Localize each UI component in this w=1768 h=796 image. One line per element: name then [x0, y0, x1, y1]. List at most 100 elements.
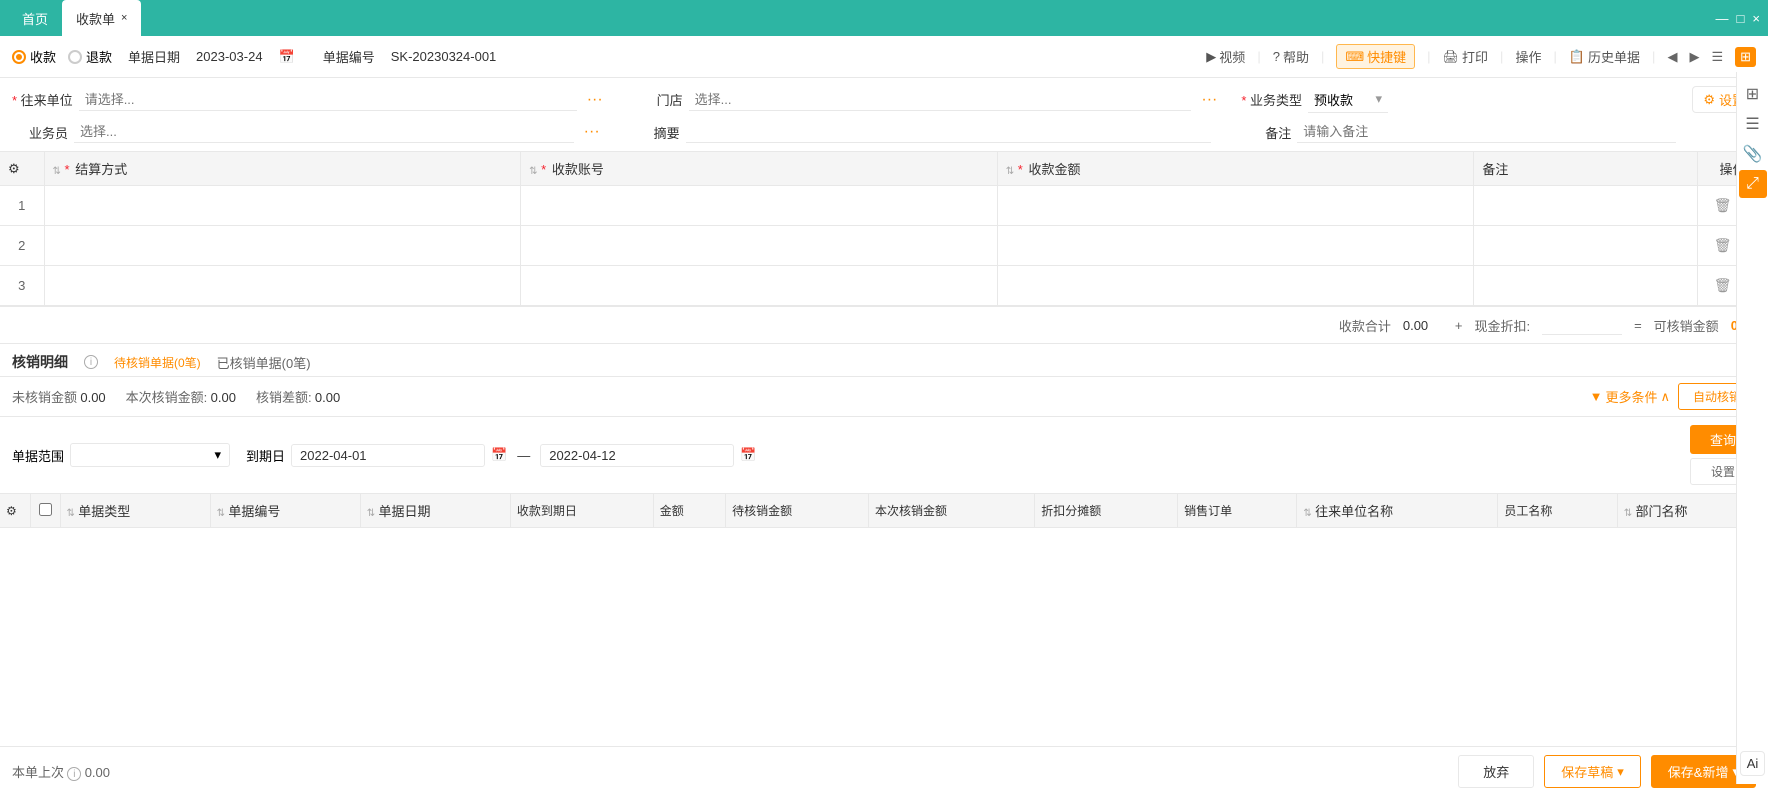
col-settings-header[interactable]: ⚙	[0, 152, 44, 186]
calendar-start-icon[interactable]: 📅	[491, 447, 507, 463]
col-order-header: 销售订单	[1178, 494, 1297, 528]
toolbar-right: ▶ 视频 | ? 帮助 | ⌨ 快捷键 | 🖨 打印 | 操作 |	[1206, 44, 1756, 69]
row-1-remark[interactable]	[1474, 186, 1698, 226]
summary-field: 摘要	[624, 121, 1212, 143]
calendar-end-icon[interactable]: 📅	[740, 447, 756, 463]
row-3-remark[interactable]	[1474, 266, 1698, 306]
help-btn[interactable]: ? 帮助	[1273, 47, 1309, 66]
biztype-label: 业务类型	[1241, 90, 1302, 109]
date-filter: 到期日 📅 — 📅	[246, 444, 756, 467]
employee-input[interactable]	[74, 121, 574, 143]
partner-input[interactable]	[79, 89, 577, 111]
col-check-header[interactable]: ⚙	[0, 494, 30, 528]
nav-right-icon[interactable]: ▶	[1689, 49, 1699, 65]
grid-view-icon[interactable]: ⊞	[1735, 47, 1756, 67]
more-conditions-btn[interactable]: ▼ 更多条件 ∧	[1590, 387, 1670, 406]
tab-home[interactable]: 首页	[8, 0, 62, 36]
col-current-header: 本次核销金额	[868, 494, 1034, 528]
employee-field: 业务员 ···	[12, 121, 600, 143]
done-tab[interactable]: 已核销单据(0笔)	[217, 353, 311, 372]
chevron-up-icon: ∧	[1660, 389, 1670, 405]
receipt-type-radio-group: 收款 退款	[12, 47, 112, 66]
tab-close-icon[interactable]: ×	[121, 12, 127, 24]
bottom-table: ⚙ ⇅ 单据类型 ⇅ 单据编号 ⇅	[0, 494, 1768, 528]
footer-info-icon[interactable]: i	[67, 767, 81, 781]
video-btn[interactable]: ▶ 视频	[1206, 47, 1245, 66]
window-max-btn[interactable]: □	[1737, 11, 1745, 26]
number-value: SK-20230324-001	[391, 49, 497, 64]
form-row-1: 往来单位 ··· 门店 ··· 业务类型 预收款 ▾ ⚙ 设置	[12, 86, 1756, 113]
bottom-table-container: ⚙ ⇅ 单据类型 ⇅ 单据编号 ⇅	[0, 494, 1768, 746]
operate-btn[interactable]: 操作	[1515, 47, 1541, 66]
list-view-icon[interactable]: ☰	[1711, 49, 1723, 65]
row-3-settlement[interactable]	[44, 266, 521, 306]
row-2-remark[interactable]	[1474, 226, 1698, 266]
row-1-account[interactable]	[521, 186, 998, 226]
sidebar-table-icon[interactable]: ⊞	[1739, 80, 1767, 108]
partner-more-icon[interactable]: ···	[587, 91, 603, 109]
shop-label: 门店	[627, 90, 683, 109]
receipt-radio-label: 收款	[30, 47, 56, 66]
row-3-amount[interactable]	[997, 266, 1474, 306]
filter-icon: ▼	[1590, 389, 1603, 404]
sidebar-expand-icon[interactable]: ⤢	[1739, 170, 1767, 198]
row-num-1: 1	[0, 186, 44, 226]
col-check-box-header[interactable]	[30, 494, 60, 528]
gear-icon: ⚙	[1703, 92, 1715, 108]
row-1-settlement[interactable]	[44, 186, 521, 226]
partner-label: 往来单位	[12, 90, 73, 109]
summary-input[interactable]	[686, 121, 1212, 143]
save-draft-btn[interactable]: 保存草稿 ▾	[1544, 755, 1641, 788]
shop-input[interactable]	[689, 89, 1192, 111]
select-all-checkbox[interactable]	[39, 503, 52, 516]
remark-input[interactable]	[1297, 121, 1676, 143]
tab-receipt[interactable]: 收款单 ×	[62, 0, 141, 36]
footer-info: 本单上次 i 0.00	[12, 762, 110, 782]
refund-radio[interactable]: 退款	[68, 47, 112, 66]
current-stat: 本次核销金额: 0.00	[126, 387, 236, 406]
sidebar-attach-icon[interactable]: 📎	[1739, 140, 1767, 168]
receipt-radio[interactable]: 收款	[12, 47, 56, 66]
filter-row: 单据范围 ▾ 到期日 📅 — 📅 查询 设置	[0, 417, 1768, 494]
table-row: 1 🗑 ⊕	[0, 186, 1768, 226]
window-min-btn[interactable]: —	[1716, 11, 1729, 26]
remark-label: 备注	[1235, 123, 1291, 142]
row-3-account[interactable]	[521, 266, 998, 306]
employee-more-icon[interactable]: ···	[584, 123, 600, 141]
range-filter: 单据范围 ▾	[12, 443, 230, 467]
biztype-select[interactable]: 预收款 ▾	[1308, 87, 1388, 113]
date-end-input[interactable]	[540, 444, 734, 467]
row-2-amount[interactable]	[997, 226, 1474, 266]
row-num-2: 2	[0, 226, 44, 266]
row-2-account[interactable]	[521, 226, 998, 266]
print-btn[interactable]: 🖨 打印	[1443, 47, 1489, 66]
shop-field: 门店 ···	[627, 89, 1218, 111]
receipt-table: ⚙ ⇅ * 结算方式 ⇅ * 收款账号 ⇅ * 收款金额	[0, 152, 1768, 306]
sidebar-list-icon[interactable]: ☰	[1739, 110, 1767, 138]
col-pending-header: 待核销金额	[726, 494, 869, 528]
row-2-delete-icon[interactable]: 🗑	[1714, 237, 1732, 254]
recon-info-icon[interactable]: i	[84, 355, 98, 369]
nav-left-icon[interactable]: ◀	[1667, 49, 1677, 65]
row-1-delete-icon[interactable]: 🗑	[1714, 197, 1732, 214]
main-content: 收款 退款 单据日期 2023-03-24 📅 单据编号 SK-20230324…	[0, 36, 1768, 796]
pending-tab[interactable]: 待核销单据(0笔)	[114, 354, 201, 371]
window-close-btn[interactable]: ×	[1752, 11, 1760, 26]
date-icon[interactable]: 📅	[279, 49, 295, 65]
shortcut-icon: ⌨	[1345, 49, 1364, 65]
shortcut-btn[interactable]: ⌨ 快捷键	[1336, 44, 1415, 69]
discount-input[interactable]	[1542, 315, 1622, 335]
recon-stats: 未核销金额 0.00 本次核销金额: 0.00 核销差额: 0.00 ▼ 更多条…	[0, 377, 1768, 417]
date-start-input[interactable]	[291, 444, 485, 467]
history-btn[interactable]: 📋 历史单据	[1569, 47, 1640, 66]
abandon-btn[interactable]: 放弃	[1458, 755, 1534, 788]
row-3-delete-icon[interactable]: 🗑	[1714, 277, 1732, 294]
diff-stat: 核销差额: 0.00	[256, 387, 340, 406]
shop-more-icon[interactable]: ···	[1201, 91, 1217, 109]
footer-buttons: 放弃 保存草稿 ▾ 保存&新增 ▾	[1458, 755, 1756, 788]
ai-button[interactable]: Ai	[1740, 751, 1766, 776]
row-2-settlement[interactable]	[44, 226, 521, 266]
range-chevron-icon: ▾	[214, 447, 221, 463]
range-select[interactable]: ▾	[70, 443, 230, 467]
row-1-amount[interactable]	[997, 186, 1474, 226]
